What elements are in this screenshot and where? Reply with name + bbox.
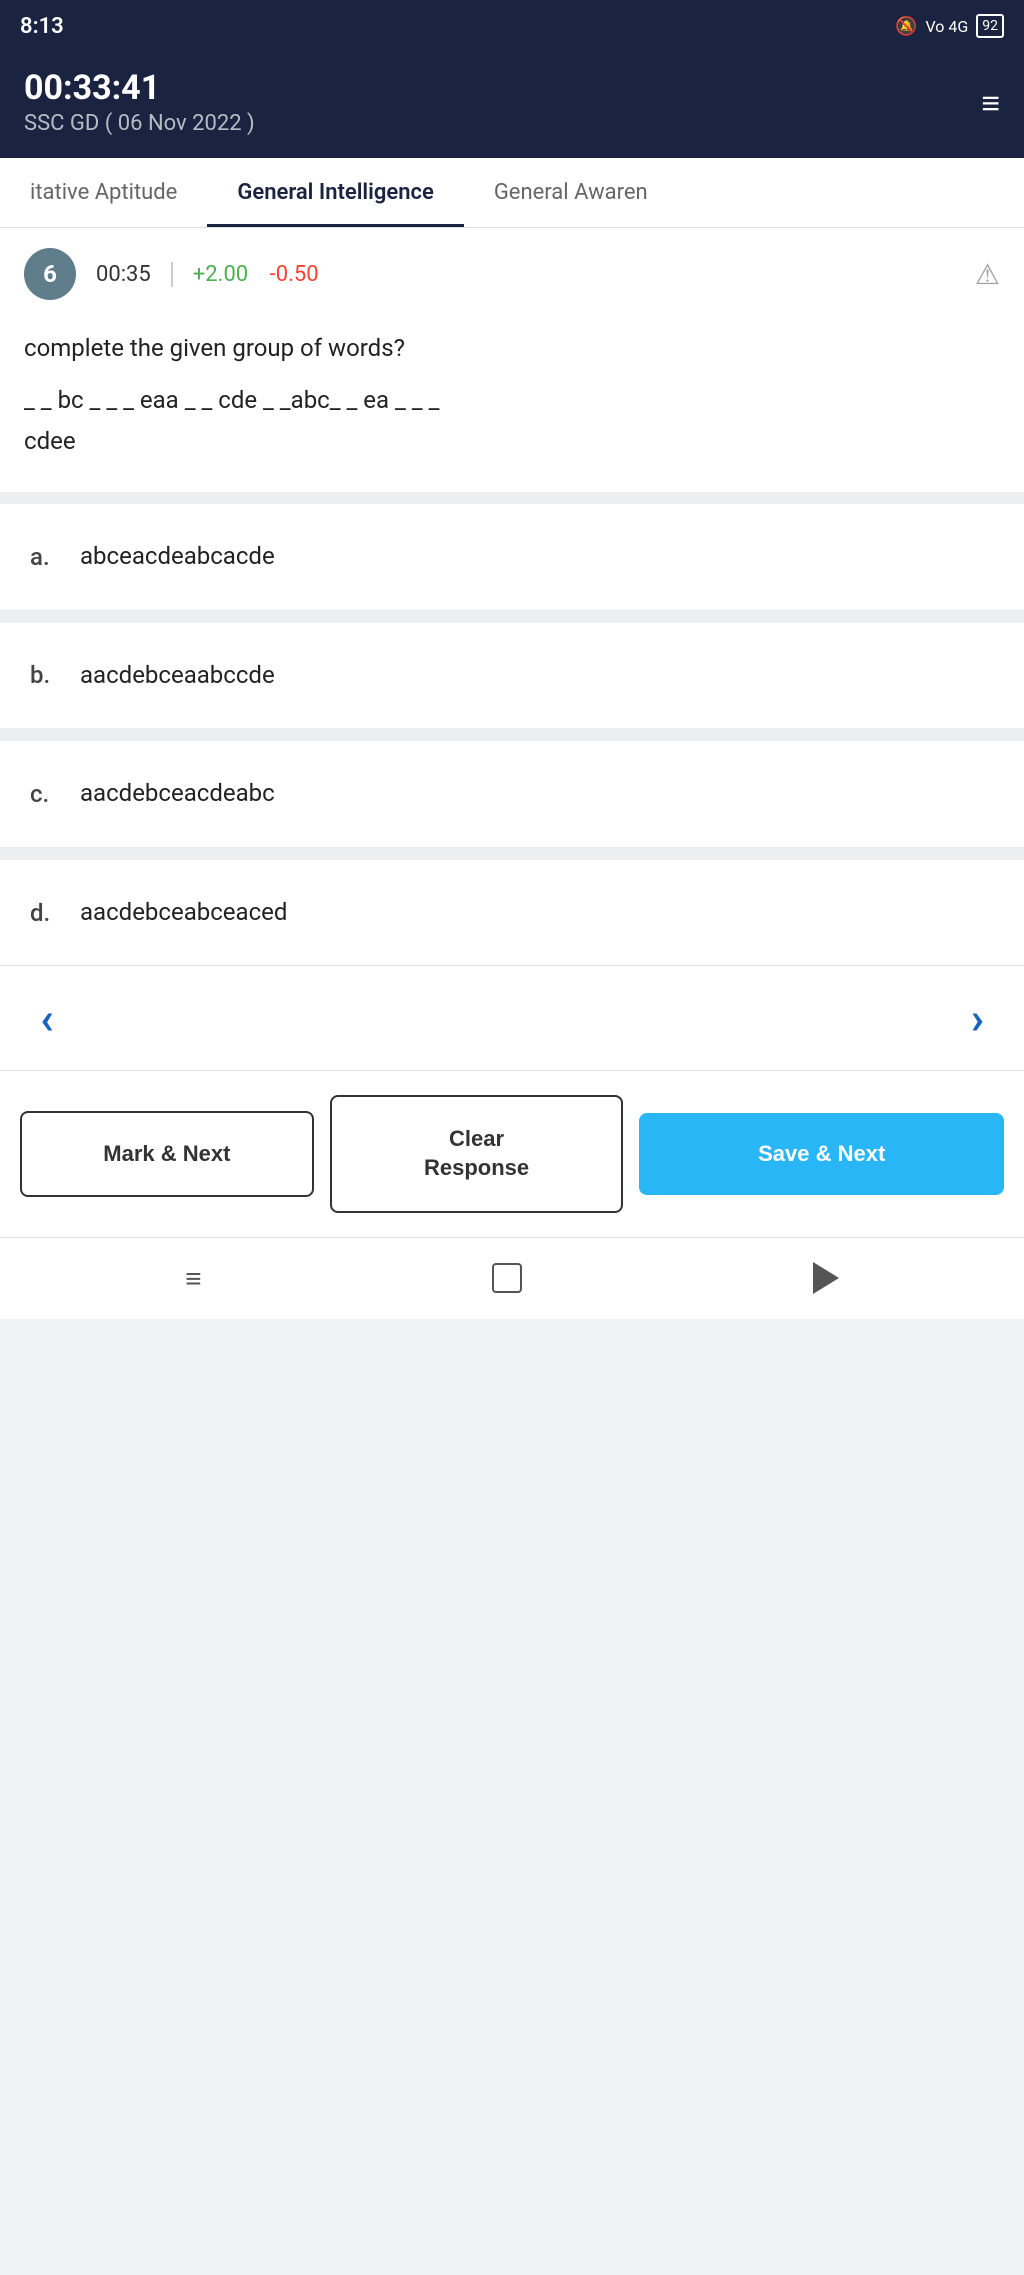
next-arrow[interactable]: ›: [971, 996, 984, 1040]
option-b[interactable]: b. aacdebceaabccde: [0, 623, 1024, 730]
option-d-label: d.: [30, 899, 80, 927]
tab-general-intelligence[interactable]: General Intelligence: [207, 158, 463, 227]
separator-3: [0, 848, 1024, 860]
tab-quantitative[interactable]: itative Aptitude: [0, 158, 207, 227]
warning-icon: ⚠: [975, 258, 1000, 291]
question-area: 6 00:35 +2.00 -0.50 ⚠ complete the given…: [0, 228, 1024, 492]
question-meta: 6 00:35 +2.00 -0.50 ⚠: [0, 228, 1024, 320]
option-c[interactable]: c. aacdebceacdeabc: [0, 741, 1024, 848]
hamburger-icon[interactable]: ≡: [981, 87, 1000, 119]
status-time: 8:13: [20, 14, 64, 39]
status-icons: 🔕 Vo 4G 92: [895, 14, 1004, 38]
option-c-label: c.: [30, 780, 80, 808]
separator-1: [0, 611, 1024, 623]
header: 00:33:41 SSC GD ( 06 Nov 2022 ) ≡: [0, 52, 1024, 158]
positive-marks: +2.00: [193, 262, 248, 287]
nav-arrows: ‹ ›: [0, 965, 1024, 1070]
option-d-text: aacdebceabceaced: [80, 896, 287, 930]
option-a-text: abceacdeabcacde: [80, 540, 275, 574]
status-bar: 8:13 🔕 Vo 4G 92: [0, 0, 1024, 52]
question-number-badge: 6: [24, 248, 76, 300]
option-a-label: a.: [30, 543, 80, 571]
options-container: a. abceacdeabcacde b. aacdebceaabccde c.…: [0, 504, 1024, 965]
tab-general-awareness[interactable]: General Awaren: [464, 158, 678, 227]
header-subtitle: SSC GD ( 06 Nov 2022 ): [24, 111, 255, 136]
signal-icon: 🔕: [895, 16, 917, 37]
save-next-button[interactable]: Save & Next: [639, 1113, 1004, 1195]
prev-arrow[interactable]: ‹: [40, 996, 54, 1040]
android-home-icon[interactable]: [492, 1263, 522, 1293]
header-timer: 00:33:41: [24, 70, 255, 107]
option-a[interactable]: a. abceacdeabcacde: [0, 504, 1024, 611]
header-info: 00:33:41 SSC GD ( 06 Nov 2022 ): [24, 70, 255, 136]
option-b-text: aacdebceaabccde: [80, 659, 275, 693]
question-text: complete the given group of words?: [24, 330, 1000, 366]
android-menu-icon[interactable]: ≡: [185, 1262, 201, 1295]
mark-next-button[interactable]: Mark & Next: [20, 1111, 314, 1197]
option-d[interactable]: d. aacdebceabceaced: [0, 860, 1024, 966]
tab-bar: itative Aptitude General Intelligence Ge…: [0, 158, 1024, 228]
network-icon: Vo 4G: [925, 17, 968, 36]
android-bottom-nav: ≡: [0, 1237, 1024, 1319]
separator-2: [0, 729, 1024, 741]
option-c-text: aacdebceacdeabc: [80, 777, 275, 811]
option-b-label: b.: [30, 661, 80, 689]
question-marks: +2.00 -0.50: [193, 262, 319, 287]
negative-marks: -0.50: [270, 262, 319, 287]
separator: [0, 492, 1024, 504]
clear-response-button[interactable]: ClearResponse: [330, 1095, 624, 1212]
bottom-buttons: Mark & Next ClearResponse Save & Next: [0, 1070, 1024, 1236]
battery-icon: 92: [976, 14, 1004, 38]
android-back-icon[interactable]: [813, 1262, 839, 1294]
question-time: 00:35: [96, 262, 173, 287]
question-body: _ _ bc _ _ _ eaa _ _ cde _ _abc_ _ ea _ …: [24, 380, 1000, 462]
question-text-area: complete the given group of words? _ _ b…: [0, 320, 1024, 492]
